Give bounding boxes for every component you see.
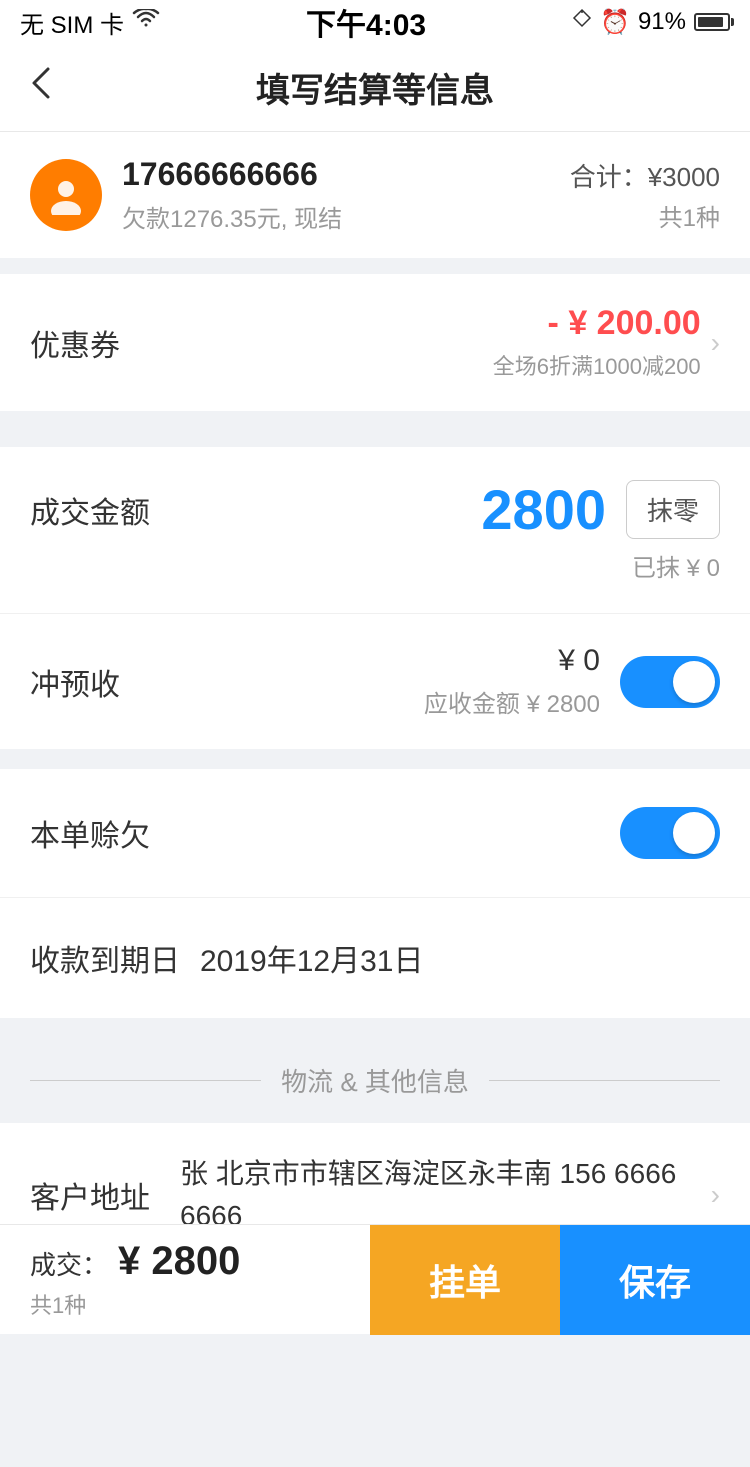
status-right: ⏰ 91% bbox=[572, 8, 730, 37]
deal-amount-value: 2800 bbox=[481, 477, 606, 542]
wifi-icon bbox=[132, 8, 160, 36]
total-count: 共1种 bbox=[570, 198, 720, 233]
prepaid-values: ¥ 0 应收金额 ¥ 2800 bbox=[424, 644, 600, 719]
gap-1 bbox=[0, 427, 750, 447]
due-date-label: 收款到期日 bbox=[30, 936, 180, 980]
battery-fill bbox=[698, 17, 723, 27]
credit-row: 本单赊欠 bbox=[0, 769, 750, 897]
customer-right: 合计：¥3000 共1种 bbox=[570, 157, 720, 233]
prepaid-row: 冲预收 ¥ 0 应收金额 ¥ 2800 bbox=[0, 613, 750, 749]
address-chevron-icon: › bbox=[711, 1179, 720, 1211]
prepaid-label: 冲预收 bbox=[30, 660, 120, 704]
deal-section: 成交金额 2800 抹零 已抹 ¥ 0 bbox=[0, 447, 750, 613]
logistics-line-left bbox=[30, 1080, 261, 1081]
total-amount-label: 合计：¥3000 bbox=[570, 157, 720, 194]
credit-label: 本单赊欠 bbox=[30, 811, 150, 855]
coupon-section: 优惠券 - ¥ 200.00 全场6折满1000减200 › bbox=[0, 274, 750, 411]
credit-toggle[interactable] bbox=[620, 807, 720, 859]
battery-icon bbox=[694, 13, 730, 31]
pending-button[interactable]: 挂单 bbox=[370, 1225, 560, 1335]
coupon-amount: - ¥ 200.00 bbox=[548, 304, 701, 343]
gap-2 bbox=[0, 749, 750, 769]
footer-count: 共1种 bbox=[30, 1288, 340, 1320]
footer-deal-label: 成交： bbox=[30, 1245, 108, 1282]
header: 填写结算等信息 bbox=[0, 44, 750, 132]
status-time: 下午4:03 bbox=[306, 0, 426, 44]
location-icon bbox=[572, 8, 592, 37]
deal-amount-right: 2800 抹零 bbox=[481, 477, 720, 542]
coupon-values: - ¥ 200.00 全场6折满1000减200 bbox=[493, 304, 701, 381]
battery-percent: 91% bbox=[638, 8, 686, 36]
coupon-chevron-icon: › bbox=[711, 327, 720, 359]
deal-sub-text: 已抹 ¥ 0 bbox=[30, 548, 720, 583]
avatar bbox=[30, 159, 102, 231]
customer-phone: 17666666666 bbox=[122, 156, 342, 193]
footer-deal-row: 成交： ¥ 2800 bbox=[30, 1239, 340, 1284]
gap-3 bbox=[0, 1018, 750, 1038]
footer-deal-amount: ¥ 2800 bbox=[118, 1239, 240, 1284]
status-left: 无 SIM 卡 bbox=[20, 5, 160, 40]
customer-debt: 欠款1276.35元, 现结 bbox=[122, 199, 342, 234]
due-date-row: 收款到期日 2019年12月31日 bbox=[0, 898, 750, 1018]
alarm-icon: ⏰ bbox=[600, 8, 630, 37]
coupon-right: - ¥ 200.00 全场6折满1000减200 › bbox=[493, 304, 720, 381]
round-zero-button[interactable]: 抹零 bbox=[626, 480, 720, 539]
customer-info: 17666666666 欠款1276.35元, 现结 bbox=[122, 156, 342, 234]
status-bar: 无 SIM 卡 下午4:03 ⏰ 91% bbox=[0, 0, 750, 44]
footer-info: 成交： ¥ 2800 共1种 bbox=[0, 1239, 370, 1320]
logistics-label: 物流 & 其他信息 bbox=[281, 1062, 469, 1099]
deal-amount-row: 成交金额 2800 抹零 bbox=[30, 477, 720, 542]
logistics-line-right bbox=[489, 1080, 720, 1081]
no-sim-label: 无 SIM 卡 bbox=[20, 5, 124, 40]
prepaid-amount: ¥ 0 bbox=[558, 644, 600, 678]
due-date-value: 2019年12月31日 bbox=[200, 936, 423, 980]
address-label: 客户地址 bbox=[30, 1173, 150, 1217]
prepaid-toggle[interactable] bbox=[620, 656, 720, 708]
logistics-header: 物流 & 其他信息 bbox=[0, 1038, 750, 1123]
prepaid-right: ¥ 0 应收金额 ¥ 2800 bbox=[424, 644, 720, 719]
save-button[interactable]: 保存 bbox=[560, 1225, 750, 1335]
customer-left: 17666666666 欠款1276.35元, 现结 bbox=[30, 156, 342, 234]
coupon-label: 优惠券 bbox=[30, 321, 120, 365]
coupon-row[interactable]: 优惠券 - ¥ 200.00 全场6折满1000减200 › bbox=[0, 274, 750, 411]
deal-amount-label: 成交金额 bbox=[30, 488, 150, 532]
page-title: 填写结算等信息 bbox=[256, 63, 494, 112]
coupon-desc: 全场6折满1000减200 bbox=[493, 349, 701, 381]
customer-section: 17666666666 欠款1276.35元, 现结 合计：¥3000 共1种 bbox=[0, 132, 750, 258]
prepaid-receivable: 应收金额 ¥ 2800 bbox=[424, 684, 600, 719]
footer: 成交： ¥ 2800 共1种 挂单 保存 bbox=[0, 1224, 750, 1334]
back-button[interactable] bbox=[30, 55, 72, 120]
